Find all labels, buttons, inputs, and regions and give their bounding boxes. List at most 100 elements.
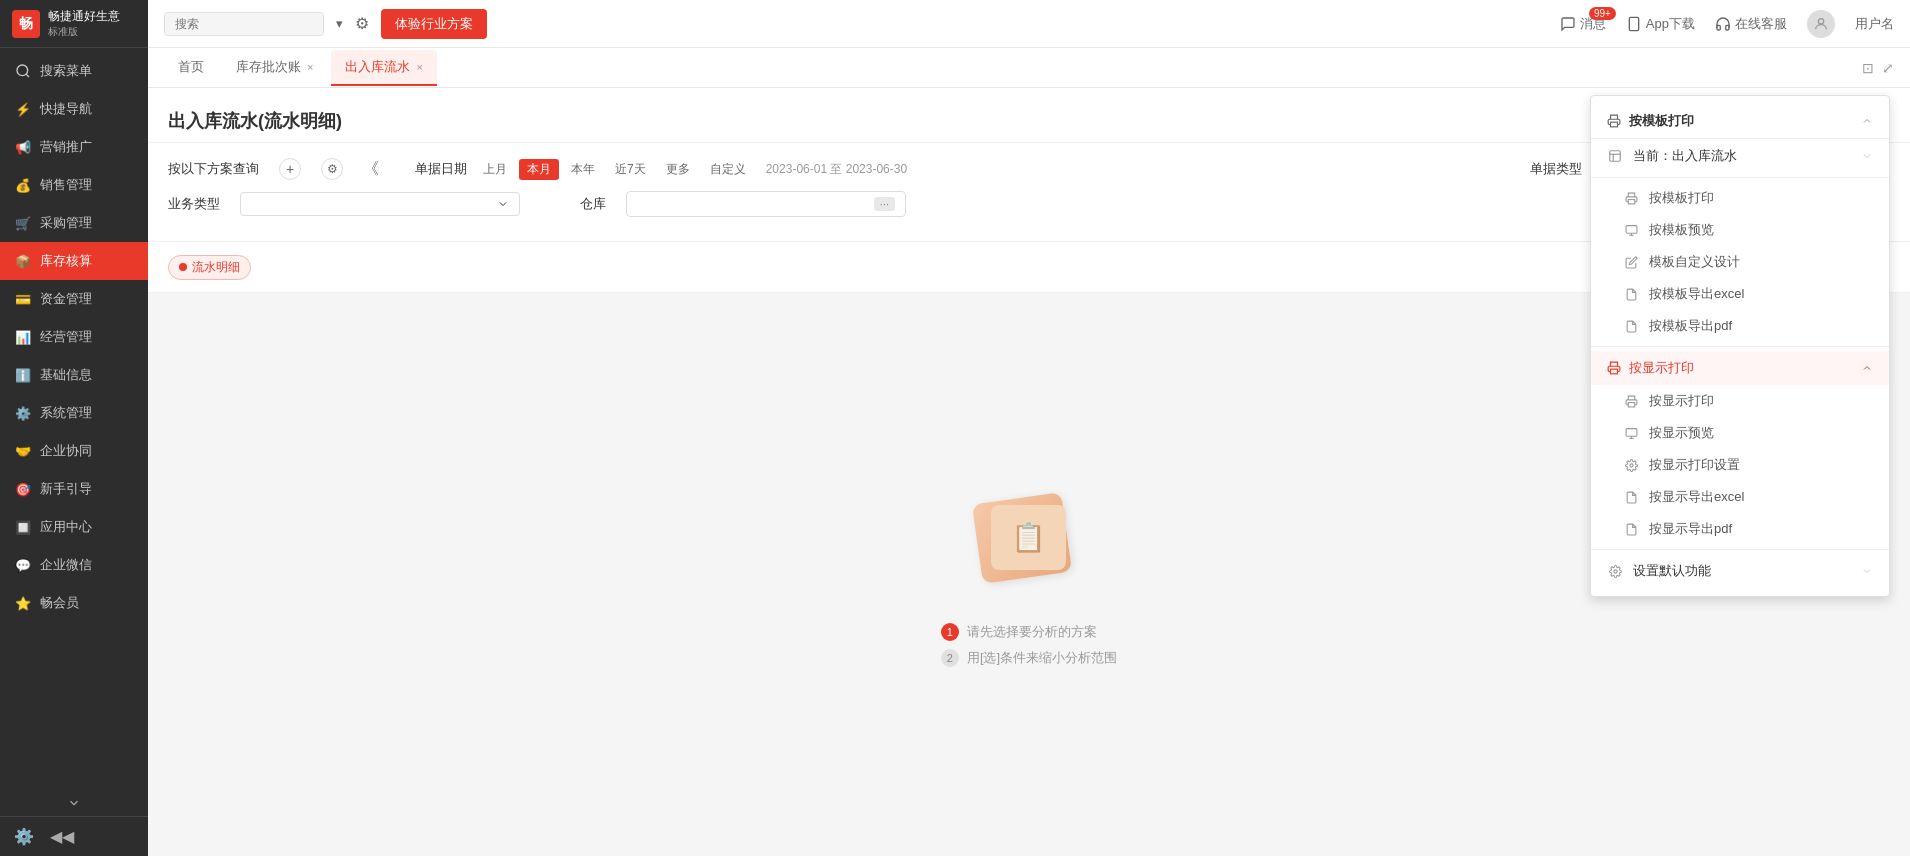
sidebar-item-purchase[interactable]: 🛒 采购管理 (0, 204, 148, 242)
date-btn-current-year[interactable]: 本年 (563, 159, 603, 180)
empty-step-2: 2 用[选]条件来缩小分析范围 (941, 649, 1117, 667)
industry-btn[interactable]: 体验行业方案 (381, 9, 487, 39)
tab-close-flow[interactable]: × (416, 61, 422, 73)
filter-settings-btn[interactable]: ⚙ (321, 158, 343, 180)
tab-flow[interactable]: 出入库流水 × (331, 50, 436, 86)
filter-collapse-btn[interactable]: 《 (363, 159, 379, 180)
app-download-btn[interactable]: App下载 (1626, 15, 1695, 33)
sidebar-item-inventory[interactable]: 📦 库存核算 (0, 242, 148, 280)
print-dropdown-panel: 按模板打印 当前：出入库流水 按模板打印 按模板预览 模板自定义设计 按模板 (1590, 95, 1890, 597)
topbar-gear-icon[interactable]: ⚙ (355, 14, 369, 33)
sidebar-label-guide: 新手引导 (40, 480, 92, 498)
tab-maximize-icon[interactable]: ⤢ (1882, 60, 1894, 76)
date-btn-last-month[interactable]: 上月 (475, 159, 515, 180)
sidebar-item-wecom[interactable]: 💬 企业微信 (0, 546, 148, 584)
sidebar-item-system[interactable]: ⚙️ 系统管理 (0, 394, 148, 432)
dropdown-display-print[interactable]: 按显示打印 (1591, 385, 1889, 417)
sidebar-label-member: 畅会员 (40, 594, 79, 612)
finance-icon: 💳 (14, 290, 32, 308)
tab-inventory-batch[interactable]: 库存批次账 × (222, 50, 327, 86)
template-pdf-icon (1623, 318, 1639, 334)
dropdown-template-print[interactable]: 按模板打印 (1591, 182, 1889, 214)
dropdown-template-custom[interactable]: 模板自定义设计 (1591, 246, 1889, 278)
dropdown-current-template[interactable]: 当前：出入库流水 (1591, 139, 1889, 173)
message-btn[interactable]: 消息 99+ (1560, 15, 1606, 33)
search-input[interactable] (164, 12, 324, 36)
dropdown-header: 按模板打印 (1591, 104, 1889, 139)
sidebar-scroll-down[interactable] (0, 790, 148, 816)
sidebar-item-guide[interactable]: 🎯 新手引导 (0, 470, 148, 508)
empty-illustration: 📋 (969, 483, 1089, 603)
filter-scheme-label: 按以下方案查询 (168, 160, 259, 178)
inventory-icon: 📦 (14, 252, 32, 270)
date-btn-7days[interactable]: 近7天 (607, 159, 654, 180)
sidebar-item-marketing[interactable]: 📢 营销推广 (0, 128, 148, 166)
sidebar-item-quick-nav[interactable]: ⚡ 快捷导航 (0, 90, 148, 128)
tag-flow-detail[interactable]: 流水明细 (168, 255, 251, 280)
dropdown-display-pdf[interactable]: 按显示导出pdf (1591, 513, 1889, 545)
date-btn-custom[interactable]: 自定义 (702, 159, 754, 180)
biz-type-select[interactable] (240, 192, 520, 216)
tag-dot-icon (179, 263, 187, 271)
step-num-1: 1 (941, 623, 959, 641)
warehouse-select[interactable]: ··· (626, 191, 906, 217)
dropdown-template-excel[interactable]: 按模板导出excel (1591, 278, 1889, 310)
logo-badge: 标准版 (48, 25, 120, 38)
warehouse-label: 仓库 (580, 195, 606, 213)
sidebar-item-finance[interactable]: 💳 资金管理 (0, 280, 148, 318)
sidebar-logo: 畅 畅捷通好生意 标准版 (0, 0, 148, 48)
dropdown-print-icon (1607, 114, 1621, 128)
sidebar-item-apps[interactable]: 🔲 应用中心 (0, 508, 148, 546)
date-btn-current-month[interactable]: 本月 (519, 159, 559, 180)
type-label: 单据类型 (1530, 160, 1582, 178)
dropdown-header-arrow-icon (1861, 115, 1873, 127)
service-btn[interactable]: 在线客服 (1715, 15, 1787, 33)
empty-text: 1 请先选择要分析的方案 2 用[选]条件来缩小分析范围 (941, 623, 1117, 667)
sales-icon: 💰 (14, 176, 32, 194)
search-chevron-icon[interactable]: ▾ (336, 16, 343, 31)
username-label[interactable]: 用户名 (1855, 15, 1894, 33)
tab-restore-icon[interactable]: ⊡ (1862, 60, 1874, 76)
illustration-box-front: 📋 (991, 505, 1066, 570)
page-title: 出入库流水(流水明细) (168, 109, 342, 133)
template-preview-icon (1623, 222, 1639, 238)
dropdown-default-fn[interactable]: 设置默认功能 (1591, 554, 1889, 588)
sidebar-item-collab[interactable]: 🤝 企业协同 (0, 432, 148, 470)
svg-rect-16 (1628, 402, 1635, 406)
tab-home[interactable]: 首页 (164, 50, 218, 86)
collapse-sidebar-icon[interactable]: ◀◀ (50, 827, 74, 846)
sidebar-label-system: 系统管理 (40, 404, 92, 422)
sidebar-item-search[interactable]: 搜索菜单 (0, 52, 148, 90)
empty-step-1: 1 请先选择要分析的方案 (941, 623, 1117, 641)
sidebar-item-sales[interactable]: 💰 销售管理 (0, 166, 148, 204)
display-excel-icon (1623, 489, 1639, 505)
avatar[interactable] (1807, 10, 1835, 38)
date-options: 上月 本月 本年 近7天 更多 自定义 (475, 159, 754, 180)
sidebar-item-operations[interactable]: 📊 经营管理 (0, 318, 148, 356)
wecom-icon: 💬 (14, 556, 32, 574)
dropdown-template-pdf[interactable]: 按模板导出pdf (1591, 310, 1889, 342)
svg-rect-17 (1626, 428, 1637, 436)
sidebar-item-member[interactable]: ⭐ 畅会员 (0, 584, 148, 622)
sidebar-label-apps: 应用中心 (40, 518, 92, 536)
svg-rect-12 (1626, 225, 1637, 233)
purchase-icon: 🛒 (14, 214, 32, 232)
settings-gear-icon[interactable]: ⚙️ (14, 827, 34, 846)
dropdown-display-section-header[interactable]: 按显示打印 (1591, 351, 1889, 385)
svg-point-20 (1629, 463, 1632, 466)
display-print-icon (1623, 393, 1639, 409)
filter-add-btn[interactable]: + (279, 158, 301, 180)
sidebar-label-sales: 销售管理 (40, 176, 92, 194)
sidebar-item-basic[interactable]: ℹ️ 基础信息 (0, 356, 148, 394)
message-badge: 99+ (1589, 7, 1616, 20)
quick-nav-icon: ⚡ (14, 100, 32, 118)
dropdown-display-settings[interactable]: 按显示打印设置 (1591, 449, 1889, 481)
dropdown-display-excel[interactable]: 按显示导出excel (1591, 481, 1889, 513)
tab-close-inventory-batch[interactable]: × (307, 61, 313, 73)
date-label: 单据日期 (415, 160, 467, 178)
biz-type-label: 业务类型 (168, 195, 220, 213)
current-template-icon (1607, 148, 1623, 164)
dropdown-display-preview[interactable]: 按显示预览 (1591, 417, 1889, 449)
dropdown-template-preview[interactable]: 按模板预览 (1591, 214, 1889, 246)
date-btn-more[interactable]: 更多 (658, 159, 698, 180)
